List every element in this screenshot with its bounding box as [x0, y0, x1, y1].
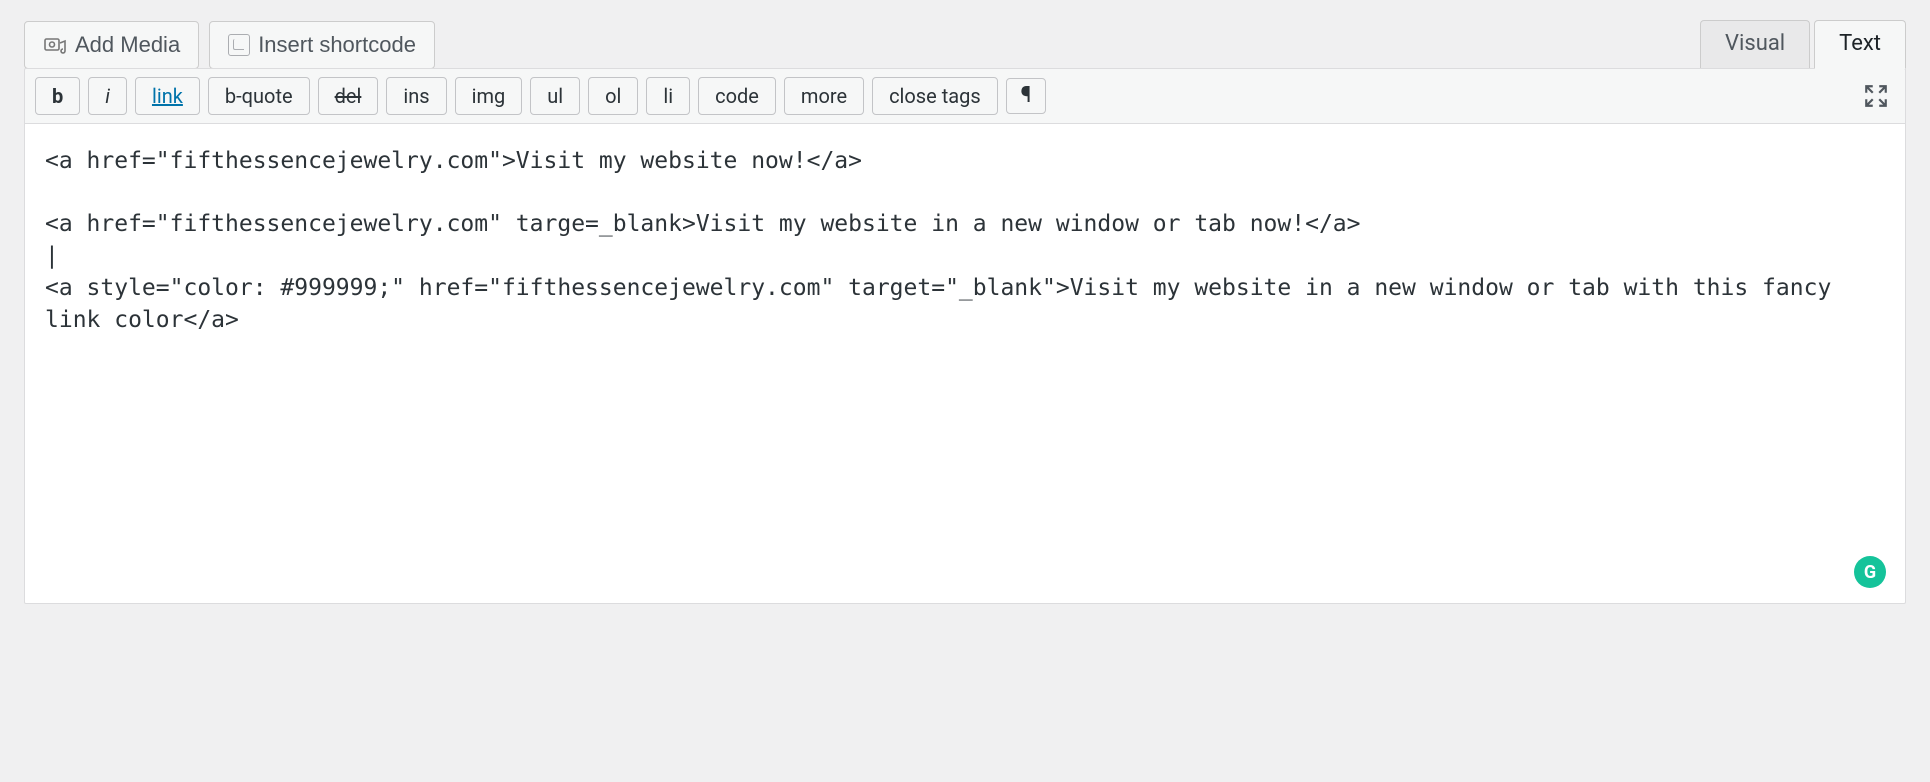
- fullscreen-button[interactable]: [1857, 77, 1895, 115]
- add-media-label: Add Media: [75, 32, 180, 58]
- quicktags-toolbar: b i link b-quote del ins img ul ol li co…: [24, 68, 1906, 124]
- grammarly-icon: G: [1864, 562, 1876, 583]
- add-media-button[interactable]: Add Media: [24, 21, 199, 69]
- insert-shortcode-button[interactable]: Insert shortcode: [209, 21, 435, 69]
- qt-ins-button[interactable]: ins: [386, 77, 446, 115]
- tab-text[interactable]: Text: [1814, 20, 1906, 69]
- insert-shortcode-label: Insert shortcode: [258, 32, 416, 58]
- qt-ol-button[interactable]: ol: [588, 77, 638, 115]
- fullscreen-icon: [1863, 83, 1889, 109]
- qt-italic-button[interactable]: i: [88, 77, 127, 115]
- qt-paragraph-button[interactable]: ¶: [1006, 78, 1047, 114]
- shortcode-icon: [228, 34, 250, 56]
- qt-more-button[interactable]: more: [784, 77, 864, 115]
- top-left-buttons: Add Media Insert shortcode: [24, 21, 435, 69]
- tab-visual[interactable]: Visual: [1700, 20, 1810, 69]
- qt-link-button[interactable]: link: [135, 77, 200, 115]
- qt-img-button[interactable]: img: [455, 77, 523, 115]
- camera-music-icon: [43, 33, 67, 57]
- editor-top-row: Add Media Insert shortcode Visual Text: [24, 20, 1906, 69]
- grammarly-badge[interactable]: G: [1854, 556, 1886, 588]
- editor-container: Add Media Insert shortcode Visual Text b…: [0, 0, 1930, 628]
- editor-tabs: Visual Text: [1700, 20, 1906, 69]
- qt-code-button[interactable]: code: [698, 77, 776, 115]
- qt-del-button[interactable]: del: [318, 77, 379, 115]
- content-textarea[interactable]: <a href="fifthessencejewelry.com">Visit …: [24, 124, 1906, 604]
- qt-bquote-button[interactable]: b-quote: [208, 77, 310, 115]
- qt-ul-button[interactable]: ul: [530, 77, 580, 115]
- qt-close-tags-button[interactable]: close tags: [872, 77, 998, 115]
- qt-bold-button[interactable]: b: [35, 77, 80, 115]
- editor-area-wrap: <a href="fifthessencejewelry.com">Visit …: [24, 124, 1906, 608]
- qt-li-button[interactable]: li: [646, 77, 690, 115]
